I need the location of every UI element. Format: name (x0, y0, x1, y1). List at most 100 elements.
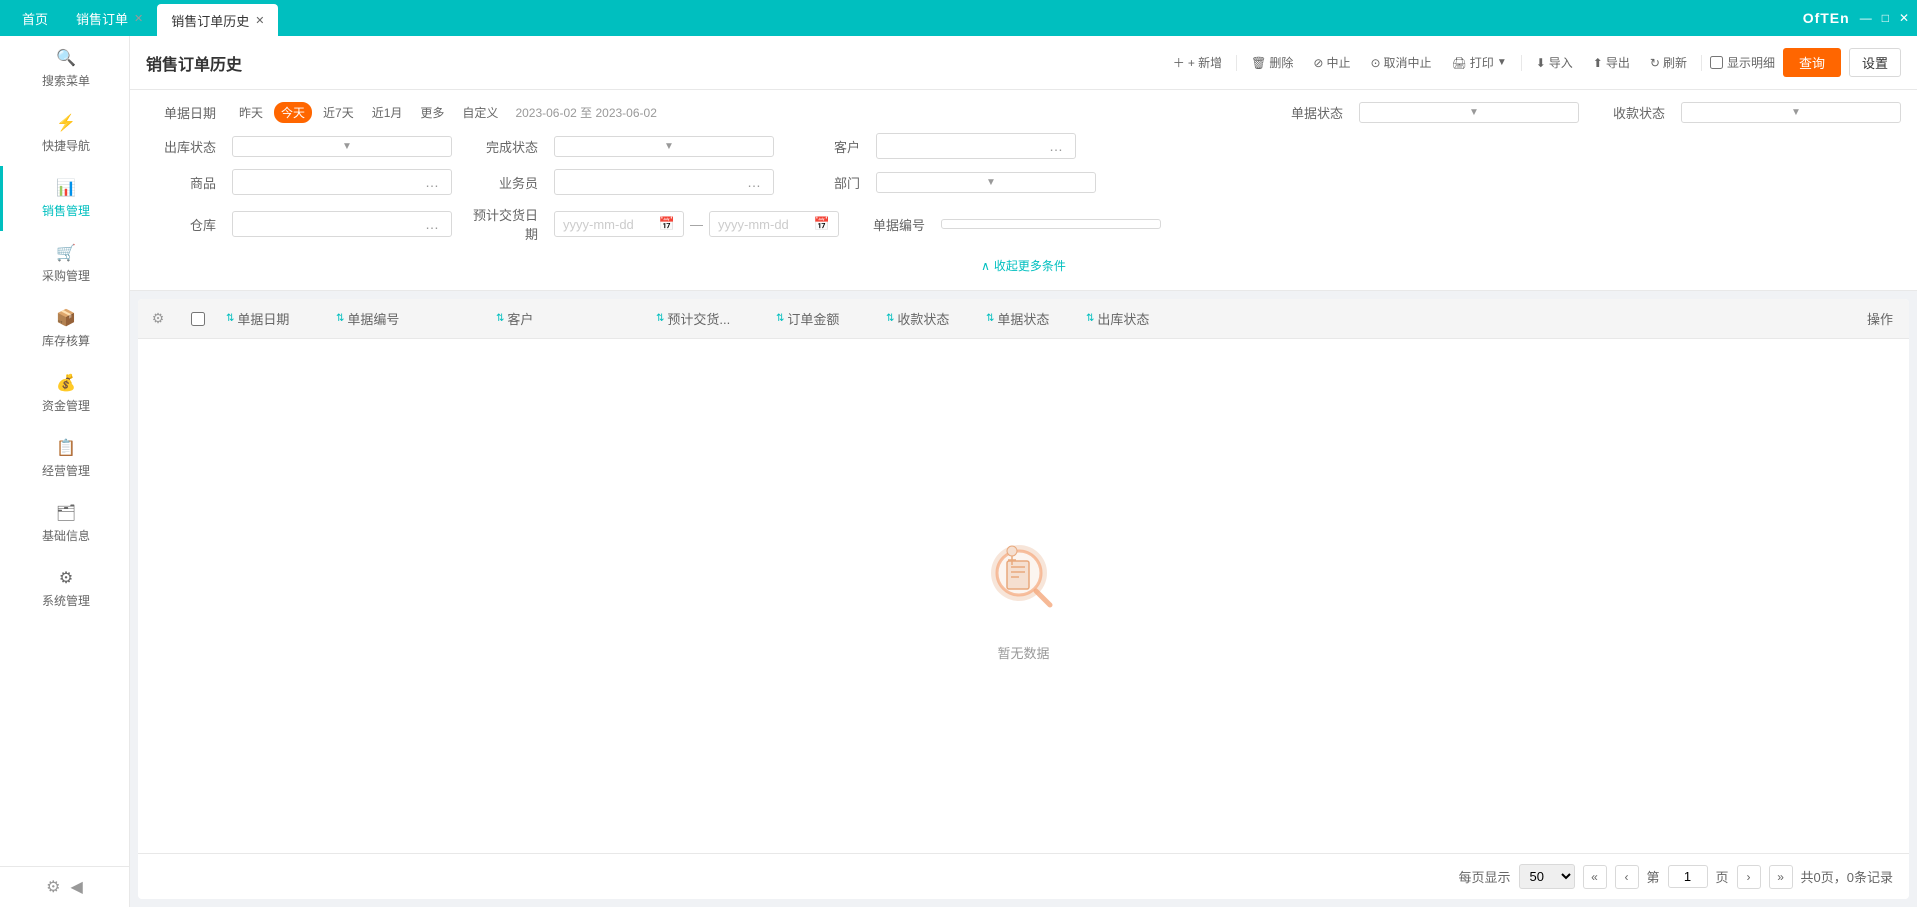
th-amount[interactable]: ⇅ 订单金额 (768, 299, 878, 338)
product-input[interactable]: … (232, 169, 452, 195)
sidebar-item-search-menu[interactable]: 🔍 搜索菜单 (0, 36, 129, 101)
date-btn-today[interactable]: 今天 (274, 102, 312, 123)
sort-delivery-icon: ⇅ (656, 313, 664, 324)
th-checkbox[interactable] (178, 302, 218, 336)
print-arrow-icon: ▼ (1497, 57, 1507, 68)
first-page-btn[interactable]: « (1583, 865, 1607, 889)
calendar-from-icon[interactable]: 📅 (659, 216, 675, 232)
delivery-date-from-input[interactable]: yyyy-mm-dd 📅 (554, 211, 684, 237)
finance-icon: 💰 (56, 373, 76, 393)
th-date[interactable]: ⇅ 单据日期 (218, 299, 328, 338)
sales-person-dots-icon[interactable]: … (743, 174, 765, 190)
page-size-select[interactable]: 50 10 20 100 (1519, 864, 1575, 889)
empty-state: 暂无数据 (138, 339, 1909, 853)
delete-btn[interactable]: 🗑 删除 (1245, 50, 1299, 75)
new-btn[interactable]: ＋ + 新增 (1167, 50, 1228, 75)
collapse-btn[interactable]: ∧ 收起更多条件 (981, 257, 1066, 274)
sort-payment-icon: ⇅ (886, 313, 894, 324)
toolbar-divider-1 (1236, 55, 1237, 71)
refresh-btn[interactable]: ↻ 刷新 (1644, 50, 1693, 75)
th-operation: 操作 (1178, 299, 1909, 338)
sidebar-item-base-info[interactable]: 🗂 基础信息 (0, 491, 129, 556)
cancel-stop-icon: ⊙ (1370, 56, 1380, 70)
page-input[interactable] (1668, 865, 1708, 888)
sidebar-collapse-btn[interactable]: ◀ (71, 877, 83, 897)
table-settings-icon[interactable]: ⚙ (152, 310, 165, 327)
sort-date-icon: ⇅ (226, 313, 234, 324)
sidebar-item-finance[interactable]: 💰 资金管理 (0, 361, 129, 426)
th-delivery[interactable]: ⇅ 预计交货... (648, 299, 768, 338)
export-btn[interactable]: ⬆ 导出 (1587, 50, 1636, 75)
product-label: 商品 (146, 173, 216, 192)
page-label: 页 (1716, 867, 1729, 886)
th-order-no[interactable]: ⇅ 单据编号 (328, 299, 488, 338)
maximize-btn[interactable]: □ (1882, 11, 1889, 25)
product-dots-icon[interactable]: … (421, 174, 443, 190)
date-btn-more[interactable]: 更多 (413, 102, 451, 123)
date-btn-yesterday[interactable]: 昨天 (232, 102, 270, 123)
setting-btn[interactable]: 设置 (1849, 48, 1901, 77)
query-btn[interactable]: 查询 (1783, 48, 1841, 77)
print-btn[interactable]: 🖨 打印 ▼ (1446, 50, 1513, 75)
tab-sales-order[interactable]: 销售订单 ✕ (62, 0, 157, 36)
toolbar-divider-3 (1701, 55, 1702, 71)
sort-status-icon: ⇅ (986, 313, 994, 324)
order-no-input[interactable] (941, 219, 1161, 229)
complete-status-select[interactable]: ▼ (554, 136, 774, 157)
warehouse-dots-icon[interactable]: … (421, 216, 443, 232)
dept-select[interactable]: ▼ (876, 172, 1096, 193)
delivery-date-label: 预计交货日期 (468, 205, 538, 243)
prev-page-btn[interactable]: ‹ (1615, 865, 1639, 889)
warehouse-input[interactable]: … (232, 211, 452, 237)
close-sales-order-tab[interactable]: ✕ (134, 12, 143, 25)
tab-home[interactable]: 首页 (8, 0, 62, 36)
page-header: 销售订单历史 ＋ + 新增 🗑 删除 ⊘ 中止 ⊙ 取消中止 (130, 36, 1917, 90)
date-btn-custom[interactable]: 自定义 (455, 102, 505, 123)
th-out-status[interactable]: ⇅ 出库状态 (1078, 299, 1178, 338)
sidebar-item-quick-nav[interactable]: ⚡ 快捷导航 (0, 101, 129, 166)
export-icon: ⬆ (1593, 56, 1603, 70)
th-order-status[interactable]: ⇅ 单据状态 (978, 299, 1078, 338)
sidebar-item-inventory[interactable]: 📦 库存核算 (0, 296, 129, 361)
select-all-checkbox[interactable] (191, 312, 205, 326)
total-info: 共0页，0条记录 (1801, 867, 1893, 886)
inventory-icon: 📦 (56, 308, 76, 328)
empty-illustration (974, 531, 1074, 631)
sales-person-input[interactable]: … (554, 169, 774, 195)
next-page-btn[interactable]: › (1737, 865, 1761, 889)
import-btn[interactable]: ⬇ 导入 (1530, 50, 1579, 75)
stop-btn[interactable]: ⊘ 中止 (1307, 50, 1356, 75)
sidebar-item-purchase-mgmt[interactable]: 🛒 采购管理 (0, 231, 129, 296)
sidebar-settings-btn[interactable]: ⚙ (46, 877, 60, 897)
calendar-to-icon[interactable]: 📅 (814, 216, 830, 232)
filter-row-1: 单据日期 昨天 今天 近7天 近1月 更多 自定义 2023-06-02 至 2… (146, 102, 1901, 123)
tab-sales-history[interactable]: 销售订单历史 ✕ (157, 4, 278, 36)
close-btn[interactable]: ✕ (1899, 11, 1909, 25)
last-page-btn[interactable]: » (1769, 865, 1793, 889)
cancel-stop-btn[interactable]: ⊙ 取消中止 (1364, 50, 1437, 75)
th-customer[interactable]: ⇅ 客户 (488, 299, 648, 338)
display-detail-checkbox[interactable]: 显示明细 (1710, 54, 1775, 71)
date-btn-last1m[interactable]: 近1月 (365, 102, 410, 123)
th-payment-status[interactable]: ⇅ 收款状态 (878, 299, 978, 338)
order-status-select[interactable]: ▼ (1359, 102, 1579, 123)
out-status-select[interactable]: ▼ (232, 136, 452, 157)
minimize-btn[interactable]: — (1860, 11, 1872, 25)
sidebar-item-sales-mgmt[interactable]: 📊 销售管理 (0, 166, 129, 231)
delivery-date-to-input[interactable]: yyyy-mm-dd 📅 (709, 211, 839, 237)
content-area: 销售订单历史 ＋ + 新增 🗑 删除 ⊘ 中止 ⊙ 取消中止 (130, 36, 1917, 907)
payment-status-select[interactable]: ▼ (1681, 102, 1901, 123)
sidebar-item-system[interactable]: ⚙ 系统管理 (0, 556, 129, 621)
import-icon: ⬇ (1536, 56, 1546, 70)
date-btn-last7[interactable]: 近7天 (316, 102, 361, 123)
display-detail-input[interactable] (1710, 56, 1723, 69)
th-settings[interactable]: ⚙ (138, 300, 178, 337)
customer-dots-icon[interactable]: … (1045, 138, 1067, 154)
close-sales-history-tab[interactable]: ✕ (255, 14, 264, 27)
filter-area: 单据日期 昨天 今天 近7天 近1月 更多 自定义 2023-06-02 至 2… (130, 90, 1917, 291)
toolbar: ＋ + 新增 🗑 删除 ⊘ 中止 ⊙ 取消中止 🖨 打 (1167, 48, 1901, 77)
complete-status-label: 完成状态 (468, 137, 538, 156)
customer-input[interactable]: … (876, 133, 1076, 159)
top-bar: 首页 销售订单 ✕ 销售订单历史 ✕ OfTEn — □ ✕ (0, 0, 1917, 36)
sidebar-item-operations[interactable]: 📋 经营管理 (0, 426, 129, 491)
